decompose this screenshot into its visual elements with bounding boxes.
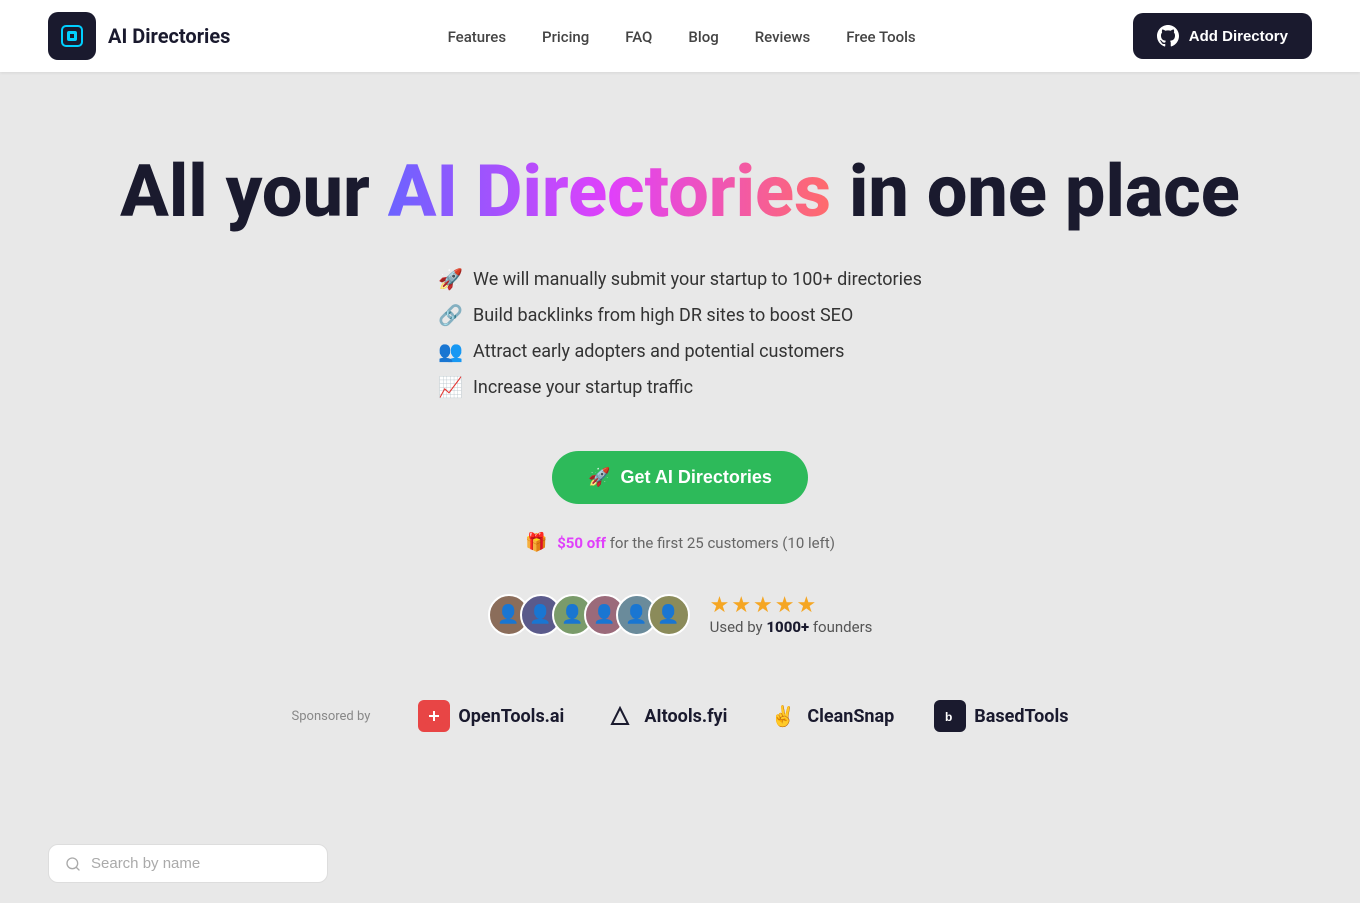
nav-brand: AI Directories <box>48 12 230 60</box>
opentools-logo <box>418 700 450 732</box>
feature-emoji-2: 🔗 <box>438 303 463 327</box>
stars-display: ★★★★★ <box>710 593 873 618</box>
svg-text:b: b <box>945 710 952 724</box>
get-ai-directories-button[interactable]: 🚀 Get AI Directories <box>552 451 808 504</box>
sponsor-basedtools: b BasedTools <box>934 700 1068 732</box>
feature-item-3: 👥 Attract early adopters and potential c… <box>438 339 922 363</box>
nav-link-free-tools[interactable]: Free Tools <box>846 28 915 46</box>
search-wrapper <box>48 844 328 883</box>
hero-features-list: 🚀 We will manually submit your startup t… <box>438 267 922 411</box>
navbar: AI Directories Features Pricing FAQ Blog… <box>0 0 1360 72</box>
basedtools-logo: b <box>934 700 966 732</box>
nav-links: Features Pricing FAQ Blog Reviews Free T… <box>448 27 916 46</box>
avatar: 👤 <box>648 594 690 636</box>
aitools-logo <box>604 700 636 732</box>
used-by-text: Used by 1000+ founders <box>710 618 873 636</box>
social-proof: 👤 👤 👤 👤 👤 👤 ★★★★★ Used by 1000+ founders <box>40 593 1320 636</box>
search-icon <box>65 856 81 872</box>
sponsor-opentools: OpenTools.ai <box>418 700 564 732</box>
cleansnap-logo: ✌️ <box>767 700 799 732</box>
nav-link-pricing[interactable]: Pricing <box>542 28 589 46</box>
search-input[interactable] <box>91 855 311 872</box>
feature-emoji-3: 👥 <box>438 339 463 363</box>
gift-emoji: 🎁 <box>525 532 547 553</box>
avatar-group: 👤 👤 👤 👤 👤 👤 <box>488 594 690 636</box>
discount-text: 🎁 $50 off for the first 25 customers (10… <box>40 532 1320 553</box>
sponsor-cleansnap: ✌️ CleanSnap <box>767 700 894 732</box>
hero-headline-gradient: AI Directories <box>388 149 831 234</box>
sponsors-bar: Sponsored by OpenTools.ai AItools.fyi ✌️… <box>40 684 1320 764</box>
hero-section: All your AI Directories in one place 🚀 W… <box>0 72 1360 824</box>
nav-link-blog[interactable]: Blog <box>688 28 718 46</box>
rating-section: ★★★★★ Used by 1000+ founders <box>710 593 873 636</box>
brand-name-text: AI Directories <box>108 24 230 48</box>
brand-logo-icon <box>48 12 96 60</box>
feature-item-1: 🚀 We will manually submit your startup t… <box>438 267 922 291</box>
github-icon <box>1157 25 1179 47</box>
feature-emoji-1: 🚀 <box>438 267 463 291</box>
nav-link-features[interactable]: Features <box>448 28 506 46</box>
nav-link-reviews[interactable]: Reviews <box>755 28 811 46</box>
nav-link-faq[interactable]: FAQ <box>625 28 652 46</box>
add-directory-button[interactable]: Add Directory <box>1133 13 1312 59</box>
feature-item-4: 📈 Increase your startup traffic <box>438 375 922 399</box>
feature-item-2: 🔗 Build backlinks from high DR sites to … <box>438 303 922 327</box>
cta-emoji: 🚀 <box>588 467 610 488</box>
hero-headline: All your AI Directories in one place <box>40 152 1320 231</box>
search-section <box>0 824 1360 903</box>
sponsor-aitools: AItools.fyi <box>604 700 727 732</box>
feature-emoji-4: 📈 <box>438 375 463 399</box>
